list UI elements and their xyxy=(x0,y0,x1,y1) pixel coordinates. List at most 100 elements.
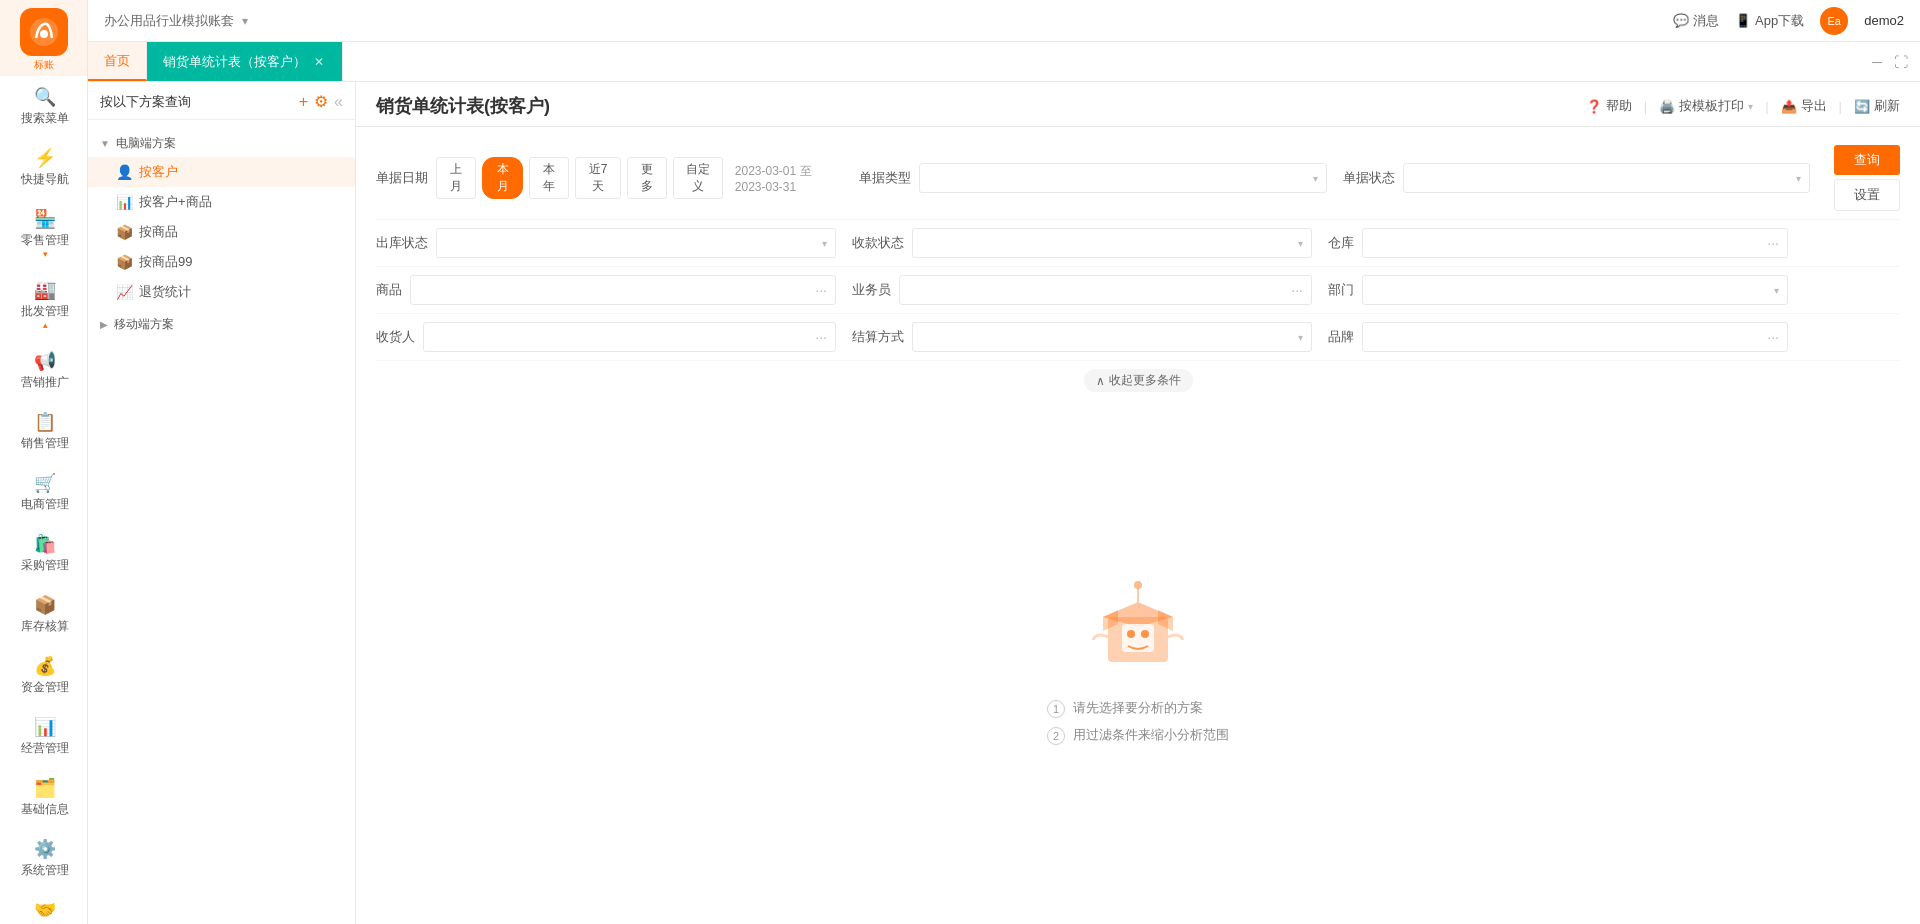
print-icon: 🖨️ xyxy=(1659,99,1675,114)
tree-item-by-customer[interactable]: 👤 按客户 xyxy=(88,157,355,187)
goods99-icon: 📦 xyxy=(116,254,133,270)
tree-arrow-icon: ▶ xyxy=(100,319,108,330)
tree-item-by-goods-99[interactable]: 📦 按商品99 xyxy=(88,247,355,277)
brand-input[interactable]: ··· xyxy=(1362,322,1788,352)
tab-home[interactable]: 首页 xyxy=(88,42,147,81)
sidebar: 标账 🔍 搜索菜单 ⚡ 快捷导航 🏪 零售管理 ▾ 🏭 批发管理 ▴ 📢 营销推… xyxy=(0,0,88,924)
refresh-button[interactable]: 🔄 刷新 xyxy=(1854,97,1900,115)
tree-item-return-stats[interactable]: 📈 退货统计 xyxy=(88,277,355,307)
dept-select[interactable]: ▾ xyxy=(1362,275,1788,305)
user-avatar[interactable]: Ea xyxy=(1820,7,1848,35)
system-icon: ⚙️ xyxy=(34,838,56,860)
receipt-status-label: 收款状态 xyxy=(852,234,904,252)
date-btn-this-year[interactable]: 本年 xyxy=(529,157,569,199)
settings-scheme-button[interactable]: ⚙ xyxy=(314,92,328,111)
breadcrumb: 办公用品行业模拟账套 xyxy=(104,12,234,30)
sidebar-item-label: 批发管理 xyxy=(21,303,69,320)
tree-item-by-customer-goods[interactable]: 📊 按客户+商品 xyxy=(88,187,355,217)
left-panel-title: 按以下方案查询 xyxy=(100,93,191,111)
left-panel-actions: + ⚙ « xyxy=(299,92,343,111)
svg-point-5 xyxy=(1141,630,1149,638)
left-panel-header: 按以下方案查询 + ⚙ « xyxy=(88,82,355,120)
doc-status-dropdown-icon: ▾ xyxy=(1796,173,1801,184)
sidebar-item-marketing[interactable]: 📢 营销推广 xyxy=(0,340,87,401)
add-scheme-button[interactable]: + xyxy=(299,93,308,111)
help-icon: ❓ xyxy=(1586,99,1602,114)
filter-section: 单据日期 上月 本月 本年 近7天 更多 自定义 2023-03-01 至 20… xyxy=(356,127,1920,400)
top-header: 办公用品行业模拟账套 ▾ 💬 消息 📱 App下载 Ea demo2 xyxy=(88,0,1920,42)
collapse-panel-button[interactable]: « xyxy=(334,93,343,111)
salesperson-dots-icon: ··· xyxy=(1291,282,1303,298)
sidebar-item-basic[interactable]: 🗂️ 基础信息 xyxy=(0,767,87,828)
tree-item-by-goods[interactable]: 📦 按商品 xyxy=(88,217,355,247)
basic-icon: 🗂️ xyxy=(34,777,56,799)
payment-select[interactable]: ▾ xyxy=(912,322,1312,352)
sidebar-item-purchase[interactable]: 🛍️ 采购管理 xyxy=(0,523,87,584)
sales-icon: 📋 xyxy=(34,411,56,433)
page-actions: ❓ 帮助 | 🖨️ 按模板打印 ▾ | 📤 导出 | xyxy=(1586,97,1900,115)
dept-dropdown-icon: ▾ xyxy=(1774,285,1779,296)
sidebar-menu: 🔍 搜索菜单 ⚡ 快捷导航 🏪 零售管理 ▾ 🏭 批发管理 ▴ 📢 营销推广 📋… xyxy=(0,76,87,924)
date-btn-this-month[interactable]: 本月 xyxy=(482,157,522,199)
receipt-status-select[interactable]: ▾ xyxy=(912,228,1312,258)
sidebar-item-sales[interactable]: 📋 销售管理 xyxy=(0,401,87,462)
svg-point-7 xyxy=(1134,581,1142,589)
empty-state: 1 请先选择要分析的方案 2 用过滤条件来缩小分析范围 xyxy=(356,400,1920,924)
message-button[interactable]: 💬 消息 xyxy=(1673,12,1719,30)
tab-sales-stats[interactable]: 销货单统计表（按客户） ✕ xyxy=(147,42,343,81)
doc-status-label: 单据状态 xyxy=(1343,169,1395,187)
empty-step-1: 1 请先选择要分析的方案 xyxy=(1047,699,1229,718)
cooperation-icon: 🤝 xyxy=(34,899,56,921)
goods-input[interactable]: ··· xyxy=(410,275,836,305)
tree-group-desktop: ▼ 电脑端方案 👤 按客户 📊 按客户+商品 📦 按商品 xyxy=(88,128,355,309)
print-button[interactable]: 🖨️ 按模板打印 ▾ xyxy=(1659,97,1753,115)
out-status-select[interactable]: ▾ xyxy=(436,228,836,258)
retail-icon: 🏪 xyxy=(34,208,56,230)
brand-dots-icon: ··· xyxy=(1767,329,1779,345)
sidebar-item-wholesale[interactable]: 🏭 批发管理 ▴ xyxy=(0,269,87,340)
goods-label: 商品 xyxy=(376,281,402,299)
tree-group-mobile-header[interactable]: ▶ 移动端方案 xyxy=(88,311,355,338)
warehouse-input[interactable]: ··· xyxy=(1362,228,1788,258)
print-dropdown-icon: ▾ xyxy=(1748,101,1753,112)
tree-group-desktop-header[interactable]: ▼ 电脑端方案 xyxy=(88,130,355,157)
logo-text: 标账 xyxy=(34,58,54,72)
svg-point-1 xyxy=(40,30,48,38)
query-button[interactable]: 查询 xyxy=(1834,145,1900,175)
doc-type-select[interactable]: ▾ xyxy=(919,163,1326,193)
sidebar-item-inventory[interactable]: 📦 库存核算 xyxy=(0,584,87,645)
sidebar-item-quick-nav[interactable]: ⚡ 快捷导航 xyxy=(0,137,87,198)
sidebar-item-label: 经营管理 xyxy=(21,740,69,757)
empty-step-2: 2 用过滤条件来缩小分析范围 xyxy=(1047,726,1229,745)
collapse-filters-button[interactable]: ∧ 收起更多条件 xyxy=(1084,369,1193,392)
sidebar-item-cooperation[interactable]: 🤝 企业协同 xyxy=(0,889,87,924)
date-filter: 上月 本月 本年 近7天 更多 自定义 2023-03-01 至 2023-03… xyxy=(436,157,843,199)
tab-minimize-button[interactable]: ─ xyxy=(1868,50,1886,74)
sidebar-item-operations[interactable]: 📊 经营管理 xyxy=(0,706,87,767)
return-icon: 📈 xyxy=(116,284,133,300)
consignee-input[interactable]: ··· xyxy=(423,322,836,352)
breadcrumb-dropdown[interactable]: ▾ xyxy=(242,14,248,28)
date-btn-more[interactable]: 更多 xyxy=(627,157,667,199)
tab-close-button[interactable]: ✕ xyxy=(312,53,326,71)
app-download-button[interactable]: 📱 App下载 xyxy=(1735,12,1804,30)
sidebar-item-system[interactable]: ⚙️ 系统管理 xyxy=(0,828,87,889)
tab-sales-stats-label: 销货单统计表（按客户） xyxy=(163,53,306,71)
help-button[interactable]: ❓ 帮助 xyxy=(1586,97,1632,115)
settings-button[interactable]: 设置 xyxy=(1834,179,1900,211)
sidebar-item-retail[interactable]: 🏪 零售管理 ▾ xyxy=(0,198,87,269)
salesperson-input[interactable]: ··· xyxy=(899,275,1312,305)
sidebar-item-finance[interactable]: 💰 资金管理 xyxy=(0,645,87,706)
finance-icon: 💰 xyxy=(34,655,56,677)
sidebar-item-label: 采购管理 xyxy=(21,557,69,574)
tab-expand-button[interactable]: ⛶ xyxy=(1890,50,1912,74)
export-button[interactable]: 📤 导出 xyxy=(1781,97,1827,115)
tab-bar: 首页 销货单统计表（按客户） ✕ ─ ⛶ xyxy=(88,42,1920,82)
doc-status-select[interactable]: ▾ xyxy=(1403,163,1810,193)
sidebar-item-ecommerce[interactable]: 🛒 电商管理 xyxy=(0,462,87,523)
date-btn-last-month[interactable]: 上月 xyxy=(436,157,476,199)
date-btn-custom[interactable]: 自定义 xyxy=(673,157,723,199)
sidebar-item-search[interactable]: 🔍 搜索菜单 xyxy=(0,76,87,137)
date-btn-7days[interactable]: 近7天 xyxy=(575,157,621,199)
expand-icon: ▴ xyxy=(43,320,48,330)
